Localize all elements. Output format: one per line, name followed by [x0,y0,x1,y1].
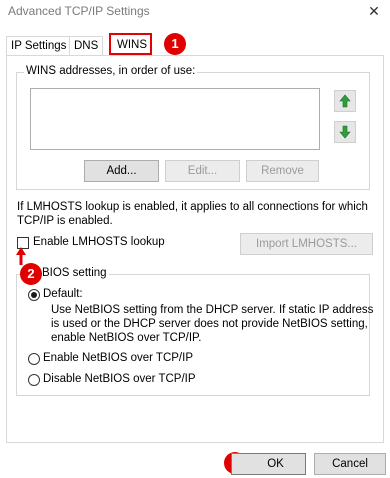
lmhosts-info-line1: If LMHOSTS lookup is enabled, it applies… [17,201,368,213]
default-description-line3: enable NetBIOS over TCP/IP. [51,332,202,344]
radio-enable-netbios-label[interactable]: Enable NetBIOS over TCP/IP [43,352,193,364]
tab-ip-settings[interactable]: IP Settings [6,36,72,55]
wins-address-list[interactable] [30,88,320,150]
radio-default-label[interactable]: Default: [43,288,83,300]
radio-enable-netbios[interactable] [28,353,40,365]
tab-dns[interactable]: DNS [69,36,104,55]
wins-group-label: WINS addresses, in order of use: [24,65,198,77]
cancel-button[interactable]: Cancel [314,453,386,475]
tab-ip-settings-label: IP Settings [11,40,67,52]
green-arrow-down-icon [339,125,351,139]
close-icon[interactable]: ✕ [366,2,382,20]
import-lmhosts-button[interactable]: Import LMHOSTS... [240,233,373,255]
annotation-badge-2: 2 [20,263,42,285]
radio-disable-netbios[interactable] [28,374,40,386]
ok-button[interactable]: OK [231,453,306,475]
netbios-group-label: BIOS setting [40,267,109,279]
tab-wins[interactable]: WINS [109,33,152,55]
green-arrow-up-icon [339,94,351,108]
move-up-button[interactable] [334,90,356,112]
tab-wins-label: WINS [117,39,148,51]
title-bar: Advanced TCP/IP Settings ✕ [0,0,390,24]
enable-lmhosts-label[interactable]: Enable LMHOSTS lookup [33,236,165,248]
default-description-line2: is used or the DHCP server does not prov… [51,318,368,330]
lmhosts-info-line2: TCP/IP is enabled. [17,215,113,227]
window-title: Advanced TCP/IP Settings [8,4,150,18]
edit-button[interactable]: Edit... [165,160,240,182]
remove-button[interactable]: Remove [246,160,319,182]
tab-dns-label: DNS [74,40,99,52]
annotation-badge-1: 1 [164,33,186,55]
move-down-button[interactable] [334,121,356,143]
add-button[interactable]: Add... [84,160,159,182]
default-description-line1: Use NetBIOS setting from the DHCP server… [51,304,374,316]
radio-default[interactable] [28,289,40,301]
radio-disable-netbios-label[interactable]: Disable NetBIOS over TCP/IP [43,373,196,385]
